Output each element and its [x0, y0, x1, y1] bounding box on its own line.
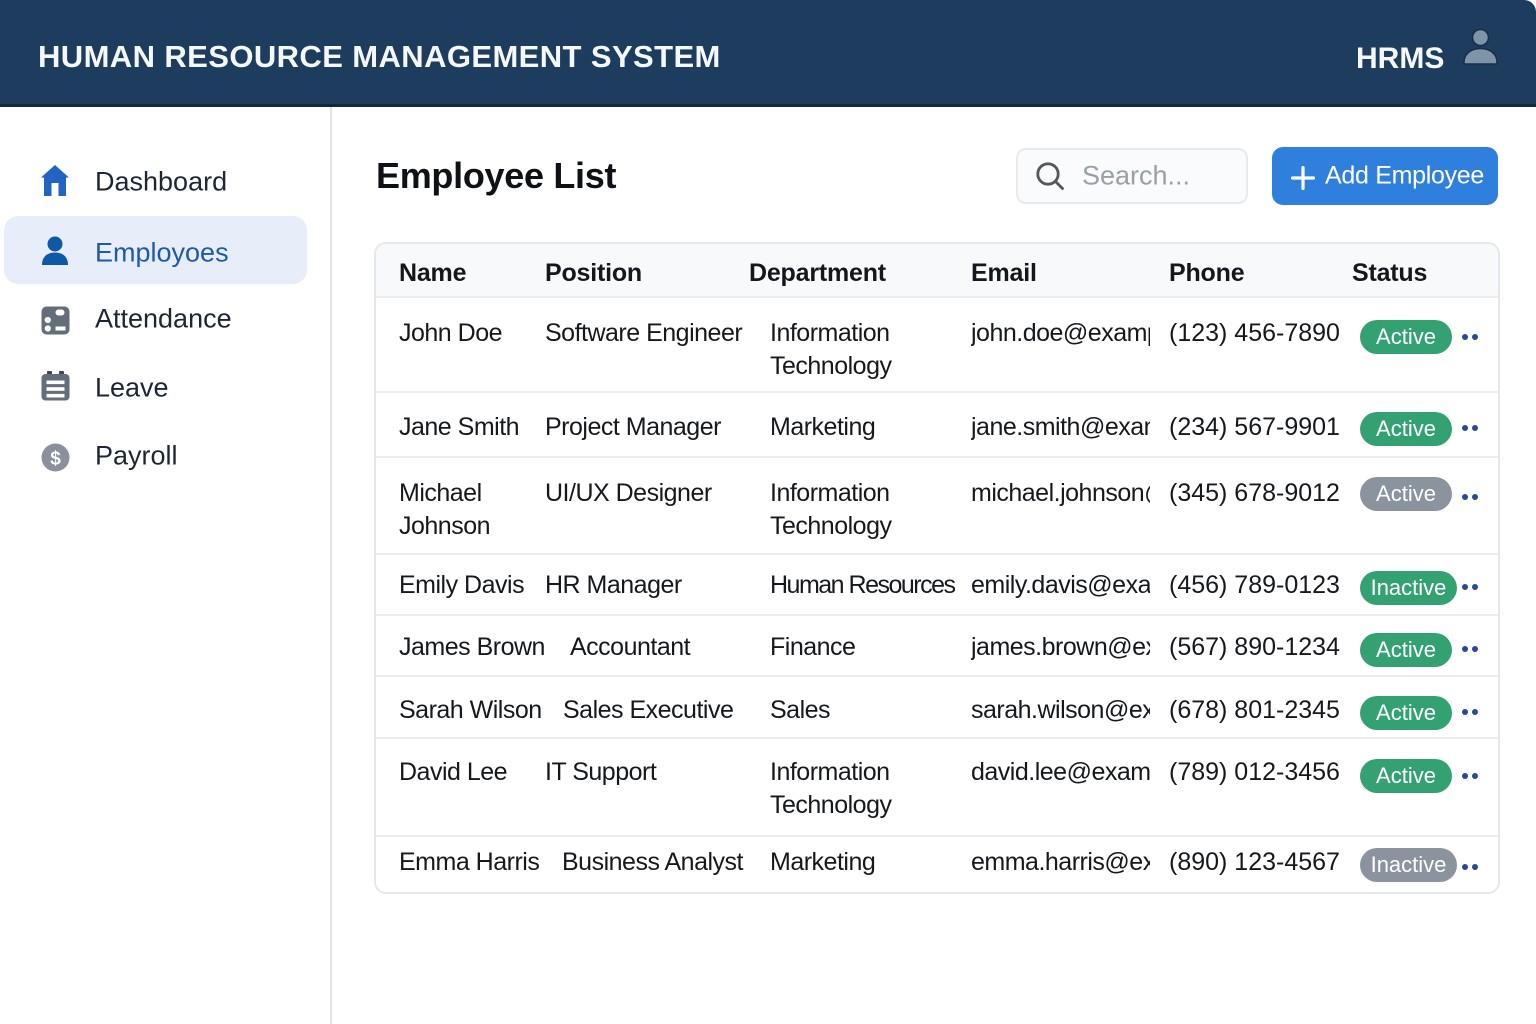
svg-text:$: $ — [50, 449, 61, 470]
